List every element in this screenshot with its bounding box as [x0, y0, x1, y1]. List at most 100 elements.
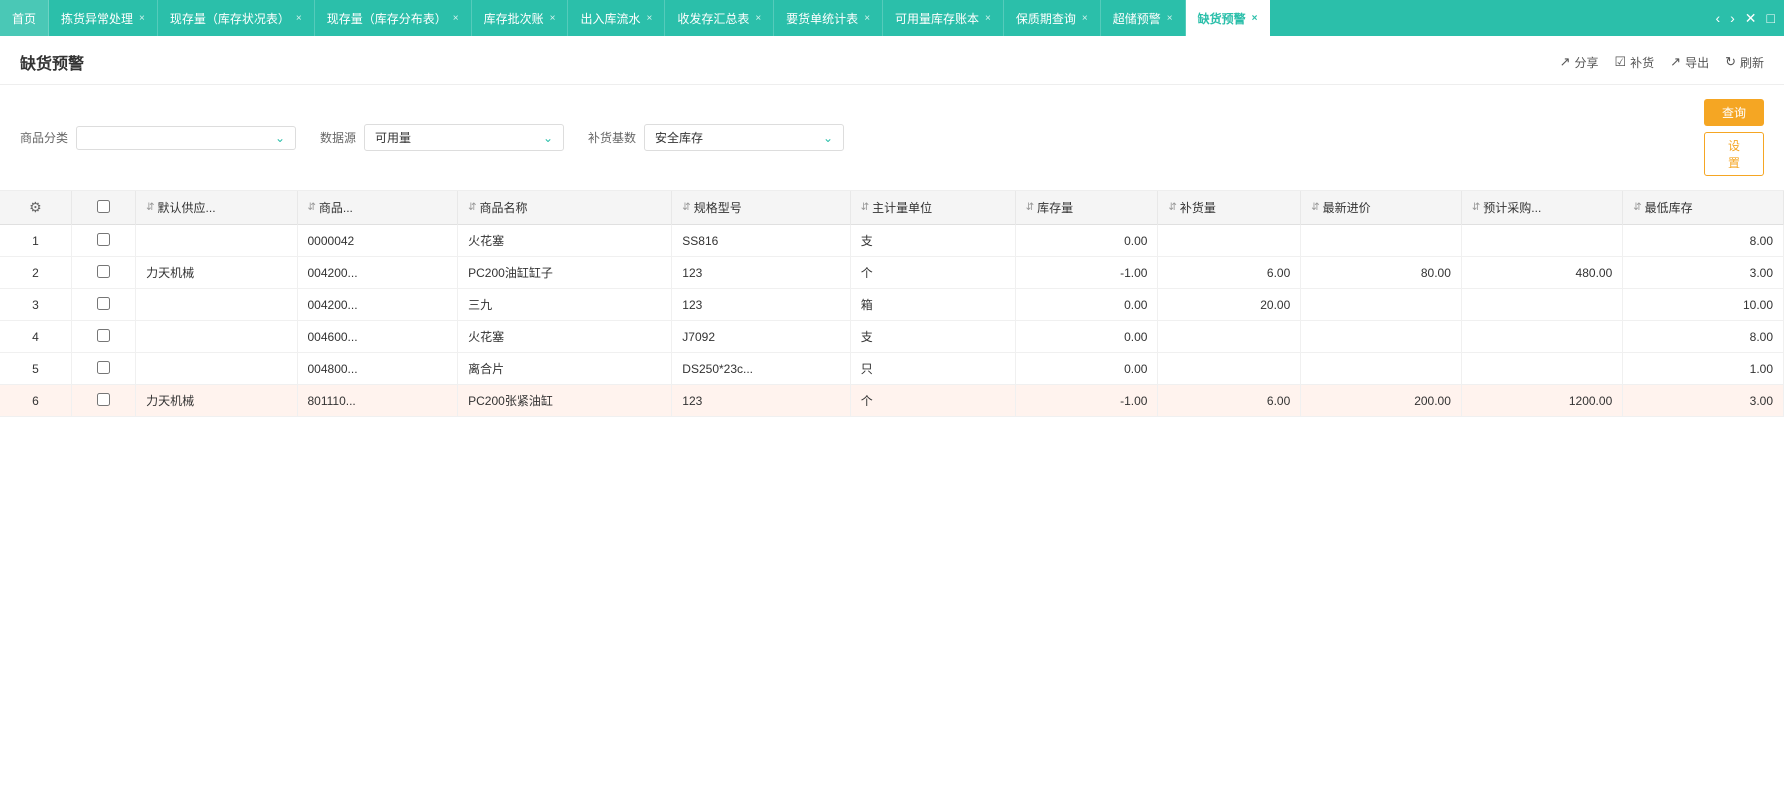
tab-close-icon[interactable]: × [646, 13, 652, 24]
name-column-header[interactable]: ⇵ 商品名称 [458, 191, 672, 225]
row-checkbox-input[interactable] [97, 233, 110, 246]
tab-close-icon[interactable]: × [1167, 13, 1173, 24]
tab-label: 库存批次账 [484, 10, 544, 27]
tab-item-order-stats[interactable]: 要货单统计表 × [774, 0, 883, 36]
tab-prev-btn[interactable]: ‹ [1710, 8, 1725, 28]
tab-close-icon[interactable]: × [985, 13, 991, 24]
row-unit: 个 [850, 257, 1015, 289]
row-checkbox-input[interactable] [97, 361, 110, 374]
row-checkbox[interactable] [71, 321, 135, 353]
tab-close-all-btn[interactable]: ✕ [1740, 8, 1762, 29]
row-name: 三九 [458, 289, 672, 321]
row-supplier: 力天机械 [136, 257, 297, 289]
settings-button[interactable]: 设置 [1704, 132, 1764, 176]
row-unit: 支 [850, 321, 1015, 353]
tab-close-icon[interactable]: × [755, 13, 761, 24]
row-checkbox[interactable] [71, 225, 135, 257]
table-row[interactable]: 4004600...火花塞J7092支0.008.00 [0, 321, 1784, 353]
row-est-purchase [1461, 225, 1622, 257]
query-button[interactable]: 查询 [1704, 99, 1764, 126]
restock-button[interactable]: ☑ 补货 [1614, 54, 1654, 71]
row-checkbox[interactable] [71, 353, 135, 385]
minstock-column-header[interactable]: ⇵ 最低库存 [1623, 191, 1784, 225]
row-checkbox-input[interactable] [97, 393, 110, 406]
row-checkbox[interactable] [71, 289, 135, 321]
datasource-select[interactable]: 可用量 ⌄ [364, 124, 564, 151]
checkbox-column-header[interactable] [71, 191, 135, 225]
tab-close-icon[interactable]: × [139, 13, 145, 24]
stock-column-header[interactable]: ⇵ 库存量 [1015, 191, 1158, 225]
tab-item-recv-summary[interactable]: 收发存汇总表 × [665, 0, 774, 36]
tab-close-icon[interactable]: × [550, 13, 556, 24]
row-stock: -1.00 [1015, 257, 1158, 289]
row-min-stock: 10.00 [1623, 289, 1784, 321]
share-icon: ↗ [1560, 54, 1571, 70]
tab-expand-btn[interactable]: □ [1762, 8, 1780, 28]
filter-actions: 查询 设置 [1704, 99, 1764, 176]
tab-item-overstock[interactable]: 超储预警 × [1101, 0, 1186, 36]
tab-label: 超储预警 [1113, 10, 1161, 27]
tab-item-expiry-query[interactable]: 保质期查询 × [1004, 0, 1101, 36]
tab-next-btn[interactable]: › [1725, 8, 1740, 28]
header-actions: ↗ 分享 ☑ 补货 ↗ 导出 ↻ 刷新 [1560, 54, 1764, 71]
code-column-header[interactable]: ⇵ 商品... [297, 191, 458, 225]
row-supplier [136, 225, 297, 257]
row-unit: 只 [850, 353, 1015, 385]
row-index: 6 [0, 385, 71, 417]
table-row[interactable]: 10000042火花塞SS816支0.008.00 [0, 225, 1784, 257]
row-checkbox-input[interactable] [97, 297, 110, 310]
row-latest-price: 200.00 [1301, 385, 1462, 417]
row-spec: J7092 [672, 321, 850, 353]
row-restock: 6.00 [1158, 257, 1301, 289]
spec-column-header[interactable]: ⇵ 规格型号 [672, 191, 850, 225]
table-row[interactable]: 6力天机械801110...PC200张紧油缸123个-1.006.00200.… [0, 385, 1784, 417]
price-column-header[interactable]: ⇵ 最新进价 [1301, 191, 1462, 225]
tab-close-icon[interactable]: × [864, 13, 870, 24]
restock-base-select[interactable]: 安全库存 ⌄ [644, 124, 844, 151]
row-latest-price [1301, 353, 1462, 385]
row-name: PC200油缸缸子 [458, 257, 672, 289]
tab-item-inout-flow[interactable]: 出入库流水 × [568, 0, 665, 36]
tab-item-shortage[interactable]: 缺货预警 × [1186, 0, 1271, 36]
row-spec: 123 [672, 289, 850, 321]
row-stock: -1.00 [1015, 385, 1158, 417]
table-row[interactable]: 2力天机械004200...PC200油缸缸子123个-1.006.0080.0… [0, 257, 1784, 289]
export-button[interactable]: ↗ 导出 [1670, 54, 1709, 71]
restock-column-header[interactable]: ⇵ 补货量 [1158, 191, 1301, 225]
datasource-label: 数据源 [320, 129, 356, 146]
share-button[interactable]: ↗ 分享 [1560, 54, 1599, 71]
settings-column-header[interactable]: ⚙ [0, 191, 71, 225]
tab-close-icon[interactable]: × [1252, 13, 1258, 24]
table-row[interactable]: 3004200...三九123箱0.0020.0010.00 [0, 289, 1784, 321]
table-body: 10000042火花塞SS816支0.008.002力天机械004200...P… [0, 225, 1784, 417]
tab-item-home[interactable]: 首页 [0, 0, 49, 36]
row-checkbox-input[interactable] [97, 265, 110, 278]
tab-item-batch-account[interactable]: 库存批次账 × [472, 0, 569, 36]
purchase-column-header[interactable]: ⇵ 预计采购... [1461, 191, 1622, 225]
row-unit: 个 [850, 385, 1015, 417]
tab-item-stock-status[interactable]: 现存量（库存状况表） × [158, 0, 315, 36]
category-select[interactable]: ⌄ [76, 126, 296, 150]
tab-item-stock-dist[interactable]: 现存量（库存分布表） × [315, 0, 472, 36]
supplier-column-header[interactable]: ⇵ 默认供应... [136, 191, 297, 225]
tab-item-avail-ledger[interactable]: 可用量库存账本 × [883, 0, 1004, 36]
sort-icon: ⇵ [1311, 202, 1319, 213]
refresh-button[interactable]: ↻ 刷新 [1725, 54, 1764, 71]
row-checkbox[interactable] [71, 385, 135, 417]
restock-col-label: 补货量 [1180, 199, 1216, 216]
table-header-row: ⚙ ⇵ 默认供应... ⇵ 商品... [0, 191, 1784, 225]
table-row[interactable]: 5004800...离合片DS250*23c...只0.001.00 [0, 353, 1784, 385]
unit-column-header[interactable]: ⇵ 主计量单位 [850, 191, 1015, 225]
row-checkbox-input[interactable] [97, 329, 110, 342]
tab-close-icon[interactable]: × [1082, 13, 1088, 24]
row-est-purchase [1461, 321, 1622, 353]
tab-close-icon[interactable]: × [453, 13, 459, 24]
row-checkbox[interactable] [71, 257, 135, 289]
select-all-checkbox[interactable] [97, 200, 110, 213]
row-code: 004800... [297, 353, 458, 385]
row-latest-price [1301, 289, 1462, 321]
tab-item-defect-handling[interactable]: 拣货异常处理 × [49, 0, 158, 36]
tab-close-icon[interactable]: × [296, 13, 302, 24]
row-latest-price: 80.00 [1301, 257, 1462, 289]
row-name: 离合片 [458, 353, 672, 385]
